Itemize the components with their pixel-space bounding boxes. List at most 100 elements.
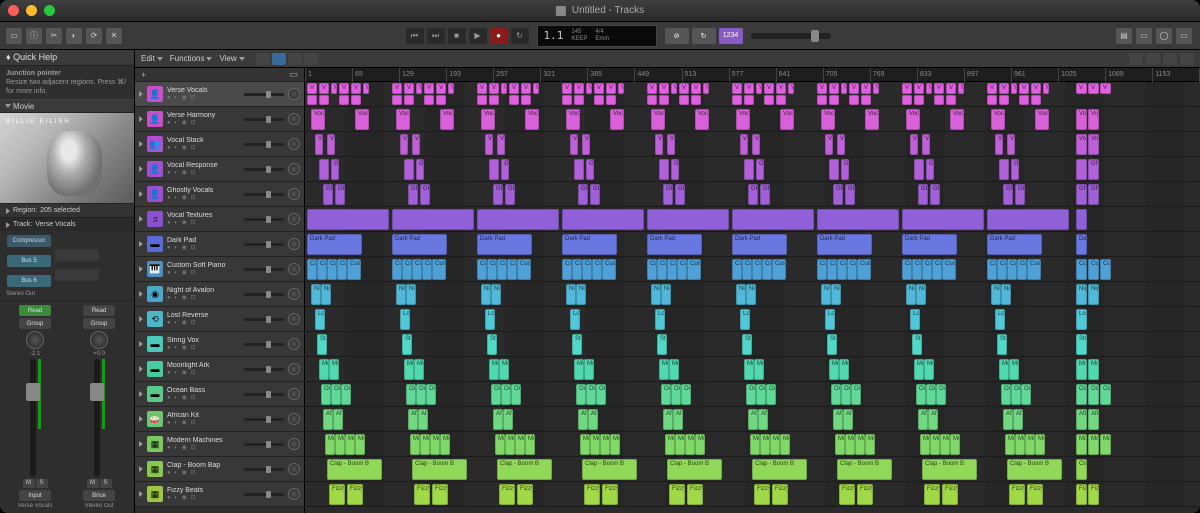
audio-region[interactable]: Voc	[311, 109, 325, 130]
minimize-window-button[interactable]	[26, 5, 37, 16]
audio-region[interactable]: V	[647, 83, 657, 94]
audio-region[interactable]: Oce	[586, 384, 596, 405]
track-pan-knob[interactable]	[288, 163, 300, 175]
audio-region[interactable]: Voc	[780, 109, 794, 130]
audio-region[interactable]: Oce	[841, 384, 851, 405]
view-mode-2[interactable]	[272, 53, 286, 65]
track-lane[interactable]: McMcMcMcMcMcMcMcMcMcMcMcMcMcMcMcMcMcMcMc…	[305, 432, 1200, 457]
audio-region[interactable]: V	[703, 83, 709, 94]
master-volume-slider[interactable]	[751, 33, 831, 39]
audio-region[interactable]: Mc	[525, 434, 535, 455]
audio-region[interactable]: Afr	[1088, 409, 1099, 430]
audio-region[interactable]	[934, 95, 944, 105]
audio-region[interactable]: V	[914, 83, 924, 94]
audio-region[interactable]: Cus	[752, 259, 762, 280]
audio-region[interactable]: Voc	[1035, 109, 1049, 130]
audio-region[interactable]: Oce	[766, 384, 776, 405]
audio-region[interactable]: Nig	[821, 284, 831, 305]
audio-region[interactable]: Voc	[821, 109, 835, 130]
audio-region[interactable]: Gho	[578, 184, 588, 205]
audio-region[interactable]: Fizzy Be	[329, 484, 345, 505]
audio-region[interactable]: V	[489, 83, 499, 94]
close-window-button[interactable]	[8, 5, 19, 16]
audio-region[interactable]: Cus	[317, 259, 327, 280]
audio-region[interactable]	[902, 95, 912, 105]
audio-region[interactable]: Cus	[497, 259, 507, 280]
track-pan-knob[interactable]	[288, 488, 300, 500]
audio-region[interactable]: Voc	[1088, 134, 1099, 155]
audio-region[interactable]: Oce	[756, 384, 766, 405]
track-lane[interactable]: VocVocVocVocVocVocVocVocVocVocVocVocVocV…	[305, 132, 1200, 157]
audio-region[interactable]: Afr	[578, 409, 588, 430]
track-inspector-row[interactable]: Track: Verse Vocals	[0, 217, 134, 231]
audio-region[interactable]	[562, 209, 644, 230]
audio-region[interactable]: V	[788, 83, 794, 94]
toolbar-toggle-button[interactable]: ✂	[46, 28, 62, 44]
audio-region[interactable]: Str	[657, 334, 667, 355]
audio-region[interactable]: Voc	[485, 134, 493, 155]
audio-region[interactable]: V	[744, 83, 754, 94]
audio-region[interactable]: Voc	[440, 109, 454, 130]
audio-region[interactable]: Gho	[416, 159, 424, 180]
track-lane[interactable]: StrStrStrStrStrStrStrStrStrStr	[305, 332, 1200, 357]
audio-region[interactable]: Fizzy Be	[1076, 484, 1087, 505]
audio-region[interactable]: Oce	[671, 384, 681, 405]
audio-region[interactable]: Mc	[440, 434, 450, 455]
track-pan-knob[interactable]	[288, 363, 300, 375]
audio-region[interactable]: Afr	[663, 409, 673, 430]
audio-region[interactable]: Mc	[940, 434, 950, 455]
audio-region[interactable]: Dark Pad	[732, 234, 787, 255]
audio-region[interactable]: Afr	[1013, 409, 1023, 430]
track-lane[interactable]: VocVocVocVocVocVocVocVocVocVocVocVocVocV…	[305, 107, 1200, 132]
audio-region[interactable]: Dark Pad	[817, 234, 872, 255]
audio-region[interactable]: Gho	[671, 159, 679, 180]
notepad-button[interactable]: ▭	[1136, 28, 1152, 44]
track-icon[interactable]: 🥁	[147, 411, 163, 427]
audio-region[interactable]: Voc	[481, 109, 495, 130]
audio-region[interactable]: Mc	[430, 434, 440, 455]
audio-region[interactable]: Nig	[991, 284, 1001, 305]
flex-button[interactable]	[1180, 53, 1194, 65]
audio-region[interactable]: Afr	[323, 409, 333, 430]
track-disclosure[interactable]	[139, 266, 143, 272]
audio-region[interactable]: Afr	[418, 409, 428, 430]
audio-region[interactable]: Mc	[345, 434, 355, 455]
audio-region[interactable]: Str	[1076, 334, 1087, 355]
track-pan-knob[interactable]	[288, 238, 300, 250]
track-icon[interactable]: ▦	[147, 461, 163, 477]
track-volume-slider[interactable]	[244, 218, 284, 221]
audio-region[interactable]: Los	[400, 309, 410, 330]
audio-region[interactable]: Mo	[404, 359, 414, 380]
audio-region[interactable]: Cus	[837, 259, 847, 280]
audio-region[interactable]: Mc	[580, 434, 590, 455]
send-slot-2[interactable]	[55, 269, 99, 281]
audio-region[interactable]: V	[1043, 83, 1049, 94]
rewind-button[interactable]: ⏮	[406, 28, 424, 44]
audio-region[interactable]: Mc	[930, 434, 940, 455]
audio-region[interactable]	[1031, 95, 1041, 105]
audio-region[interactable]: Cuss	[517, 259, 531, 280]
audio-region[interactable]: Mc	[505, 434, 515, 455]
audio-region[interactable]	[351, 95, 361, 105]
track-header[interactable]: ▦ Modern Machines ● ◐ ◉ ⊡	[135, 432, 304, 457]
audio-region[interactable]: Oce	[1021, 384, 1031, 405]
region-inspector-row[interactable]: Region: 205 selected	[0, 203, 134, 217]
audio-region[interactable]: V	[841, 83, 847, 94]
audio-region[interactable]: V	[331, 83, 337, 94]
track-volume-slider[interactable]	[244, 268, 284, 271]
track-icon[interactable]: 👥	[147, 136, 163, 152]
audio-region[interactable]: Mc	[920, 434, 930, 455]
audio-region[interactable]: V	[691, 83, 701, 94]
track-buttons[interactable]: ● ◐ ◉ ⊡	[167, 144, 240, 151]
audio-region[interactable]	[744, 95, 754, 105]
audio-region[interactable]	[424, 95, 434, 105]
count-in-button[interactable]: 1234	[719, 28, 743, 44]
track-pan-knob[interactable]	[288, 188, 300, 200]
audio-region[interactable]	[521, 95, 531, 105]
audio-region[interactable]: V	[477, 83, 487, 94]
audio-region[interactable]: Cus	[1100, 259, 1111, 280]
track-header[interactable]: 👤 Vocal Response ● ◐ ◉ ⊡	[135, 157, 304, 182]
audio-region[interactable]	[319, 95, 329, 105]
audio-region[interactable]: Oce	[321, 384, 331, 405]
audio-region[interactable]: V	[363, 83, 369, 94]
